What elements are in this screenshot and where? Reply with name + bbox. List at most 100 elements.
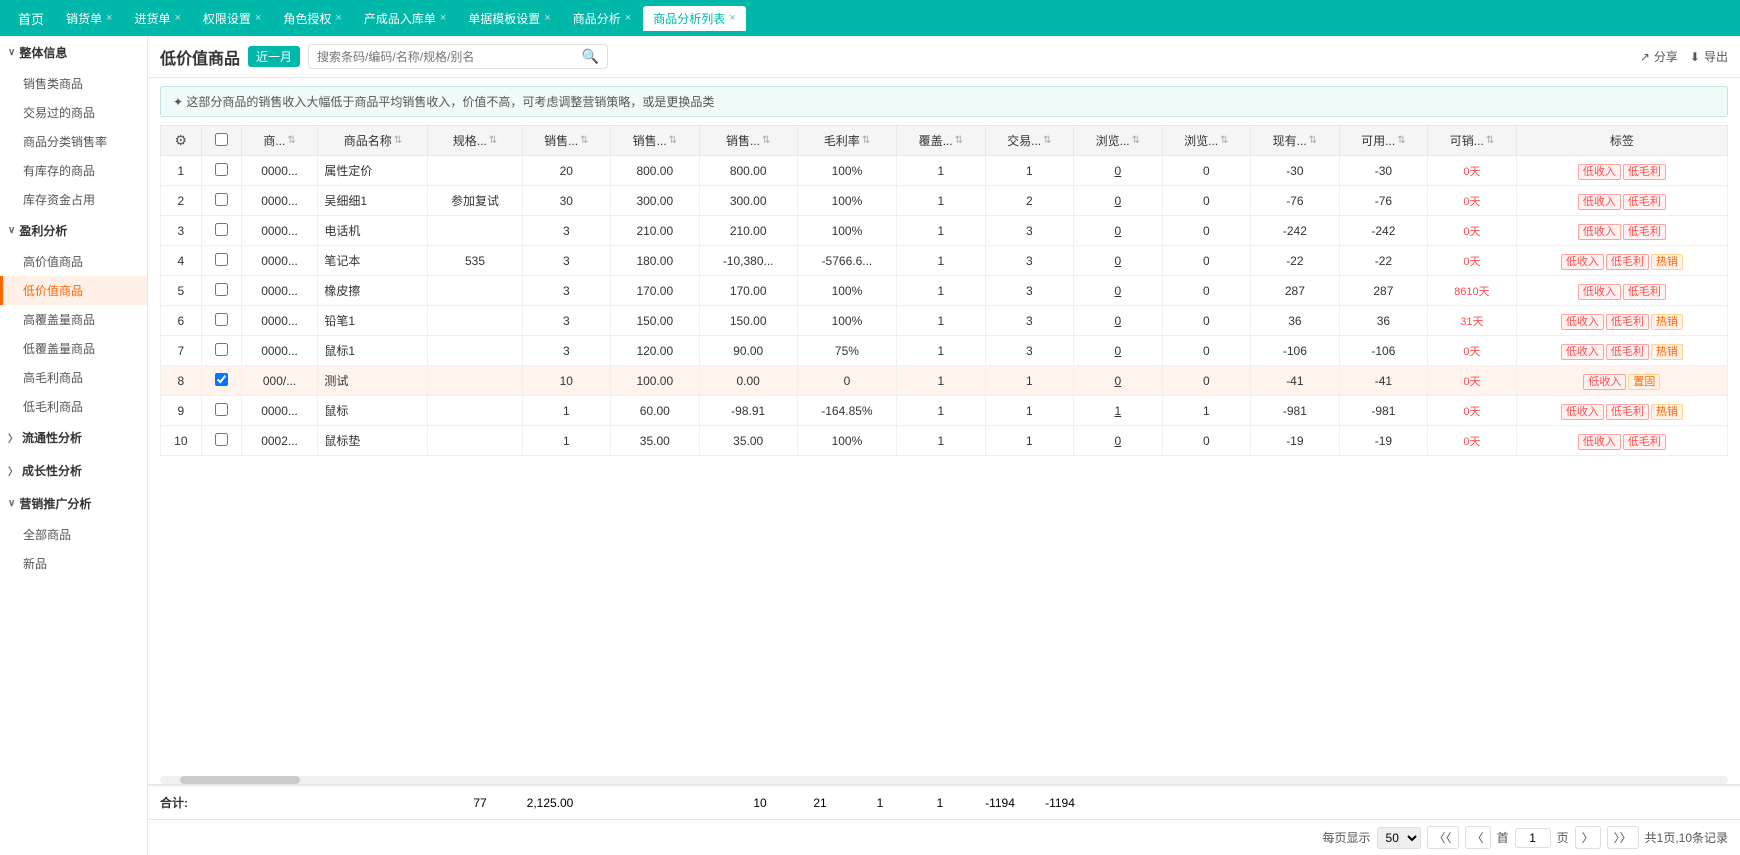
sidebar-group-profit[interactable]: ∨ 盈利分析 (0, 214, 147, 247)
select-all-checkbox[interactable] (215, 133, 228, 146)
page-input[interactable] (1515, 828, 1551, 848)
browse-link[interactable]: 0 (1114, 314, 1121, 328)
browse-link[interactable]: 1 (1114, 404, 1121, 418)
nav-template-settings[interactable]: 单据模板设置 × (458, 6, 560, 31)
sidebar-item-inventory-capital[interactable]: 库存资金占用 (0, 185, 147, 214)
filter-tag[interactable]: 近一月 (248, 46, 300, 67)
sidebar-item-high-coverage[interactable]: 高覆盖量商品 (0, 305, 147, 334)
row-check[interactable] (201, 216, 241, 246)
row-browse1[interactable]: 0 (1074, 306, 1163, 336)
search-icon[interactable]: 🔍 (582, 48, 599, 65)
row-checkbox[interactable] (215, 163, 228, 176)
sidebar-item-category-sales-rate[interactable]: 商品分类销售率 (0, 127, 147, 156)
browse-link[interactable]: 0 (1114, 344, 1121, 358)
row-check[interactable] (201, 186, 241, 216)
last-page-button[interactable]: 〉〉 (1607, 826, 1639, 849)
nav-product-analysis-list[interactable]: 商品分析列表 × (643, 6, 745, 31)
browse-link[interactable]: 0 (1114, 194, 1121, 208)
row-check[interactable] (201, 156, 241, 186)
row-checkbox[interactable] (215, 193, 228, 206)
sidebar-group-circulation[interactable]: 〉 流通性分析 (0, 421, 147, 454)
sidebar-item-low-margin[interactable]: 低毛利商品 (0, 392, 147, 421)
close-icon[interactable]: × (255, 12, 261, 24)
row-browse1[interactable]: 0 (1074, 186, 1163, 216)
sidebar-group-overall[interactable]: ∨ 整体信息 (0, 36, 147, 69)
sidebar-item-low-coverage[interactable]: 低覆盖量商品 (0, 334, 147, 363)
row-checkbox[interactable] (215, 373, 228, 386)
sidebar-item-high-margin[interactable]: 高毛利商品 (0, 363, 147, 392)
sidebar-item-sales-products[interactable]: 销售类商品 (0, 69, 147, 98)
row-check[interactable] (201, 306, 241, 336)
close-icon[interactable]: × (440, 12, 446, 24)
col-current[interactable]: 现有...⇅ (1251, 126, 1340, 156)
row-checkbox[interactable] (215, 283, 228, 296)
close-icon[interactable]: × (625, 12, 631, 24)
browse-link[interactable]: 0 (1114, 254, 1121, 268)
row-checkbox[interactable] (215, 433, 228, 446)
close-icon[interactable]: × (106, 12, 112, 24)
row-check[interactable] (201, 336, 241, 366)
row-check[interactable] (201, 366, 241, 396)
col-coverage[interactable]: 覆盖...⇅ (897, 126, 986, 156)
sidebar-item-high-value[interactable]: 高价值商品 (0, 247, 147, 276)
row-browse1[interactable]: 0 (1074, 366, 1163, 396)
nav-home[interactable]: 首页 (8, 5, 54, 32)
browse-link[interactable]: 0 (1114, 434, 1121, 448)
nav-permission[interactable]: 权限设置 × (193, 6, 271, 31)
close-icon[interactable]: × (729, 12, 735, 24)
col-browse2[interactable]: 浏览...⇅ (1162, 126, 1251, 156)
export-button[interactable]: ⬇ 导出 (1690, 48, 1728, 65)
col-gross-rate[interactable]: 毛利率⇅ (797, 126, 896, 156)
row-browse1[interactable]: 0 (1074, 246, 1163, 276)
row-check[interactable] (201, 276, 241, 306)
col-browse1[interactable]: 浏览...⇅ (1074, 126, 1163, 156)
row-browse1[interactable]: 0 (1074, 336, 1163, 366)
col-spec[interactable]: 规格...⇅ (428, 126, 522, 156)
close-icon[interactable]: × (335, 12, 341, 24)
col-check[interactable] (201, 126, 241, 156)
scrollbar-thumb[interactable] (180, 776, 300, 784)
prev-page-button[interactable]: 〈 (1465, 826, 1491, 849)
nav-role-auth[interactable]: 角色授权 × (273, 6, 351, 31)
share-button[interactable]: ↗ 分享 (1640, 48, 1678, 65)
search-input[interactable] (317, 50, 578, 64)
sidebar-item-stocked-products[interactable]: 有库存的商品 (0, 156, 147, 185)
close-icon[interactable]: × (174, 12, 180, 24)
col-sales-amount[interactable]: 销售...⇅ (699, 126, 797, 156)
row-browse1[interactable]: 0 (1074, 276, 1163, 306)
row-checkbox[interactable] (215, 223, 228, 236)
sidebar-group-growth[interactable]: 〉 成长性分析 (0, 454, 147, 487)
next-page-button[interactable]: 〉 (1575, 826, 1601, 849)
col-settings[interactable]: ⚙ (161, 126, 202, 156)
sidebar-item-low-value[interactable]: 低价值商品 (0, 276, 147, 305)
nav-product-inbound[interactable]: 产成品入库单 × (354, 6, 456, 31)
row-check[interactable] (201, 246, 241, 276)
row-browse1[interactable]: 0 (1074, 156, 1163, 186)
row-checkbox[interactable] (215, 313, 228, 326)
search-box[interactable]: 🔍 (308, 44, 608, 69)
browse-link[interactable]: 0 (1114, 374, 1121, 388)
per-page-select[interactable]: 50 (1377, 827, 1421, 849)
col-sales-price[interactable]: 销售...⇅ (611, 126, 700, 156)
row-browse1[interactable]: 1 (1074, 396, 1163, 426)
browse-link[interactable]: 0 (1114, 224, 1121, 238)
row-checkbox[interactable] (215, 403, 228, 416)
sidebar-item-traded-products[interactable]: 交易过的商品 (0, 98, 147, 127)
row-browse1[interactable]: 0 (1074, 426, 1163, 456)
browse-link[interactable]: 0 (1114, 164, 1121, 178)
row-check[interactable] (201, 396, 241, 426)
close-icon[interactable]: × (544, 12, 550, 24)
nav-product-analysis[interactable]: 商品分析 × (563, 6, 641, 31)
row-browse1[interactable]: 0 (1074, 216, 1163, 246)
col-code[interactable]: 商...⇅ (241, 126, 318, 156)
row-checkbox[interactable] (215, 343, 228, 356)
col-available[interactable]: 可用...⇅ (1339, 126, 1428, 156)
settings-icon[interactable]: ⚙ (175, 132, 188, 148)
col-sales-qty[interactable]: 销售...⇅ (522, 126, 611, 156)
col-saleable[interactable]: 可销...⇅ (1428, 126, 1517, 156)
nav-sales-order[interactable]: 销货单 × (56, 6, 122, 31)
sidebar-item-new-products[interactable]: 新品 (0, 549, 147, 578)
horizontal-scrollbar[interactable] (160, 776, 1728, 784)
nav-purchase-order[interactable]: 进货单 × (124, 6, 190, 31)
col-trade[interactable]: 交易...⇅ (985, 126, 1074, 156)
